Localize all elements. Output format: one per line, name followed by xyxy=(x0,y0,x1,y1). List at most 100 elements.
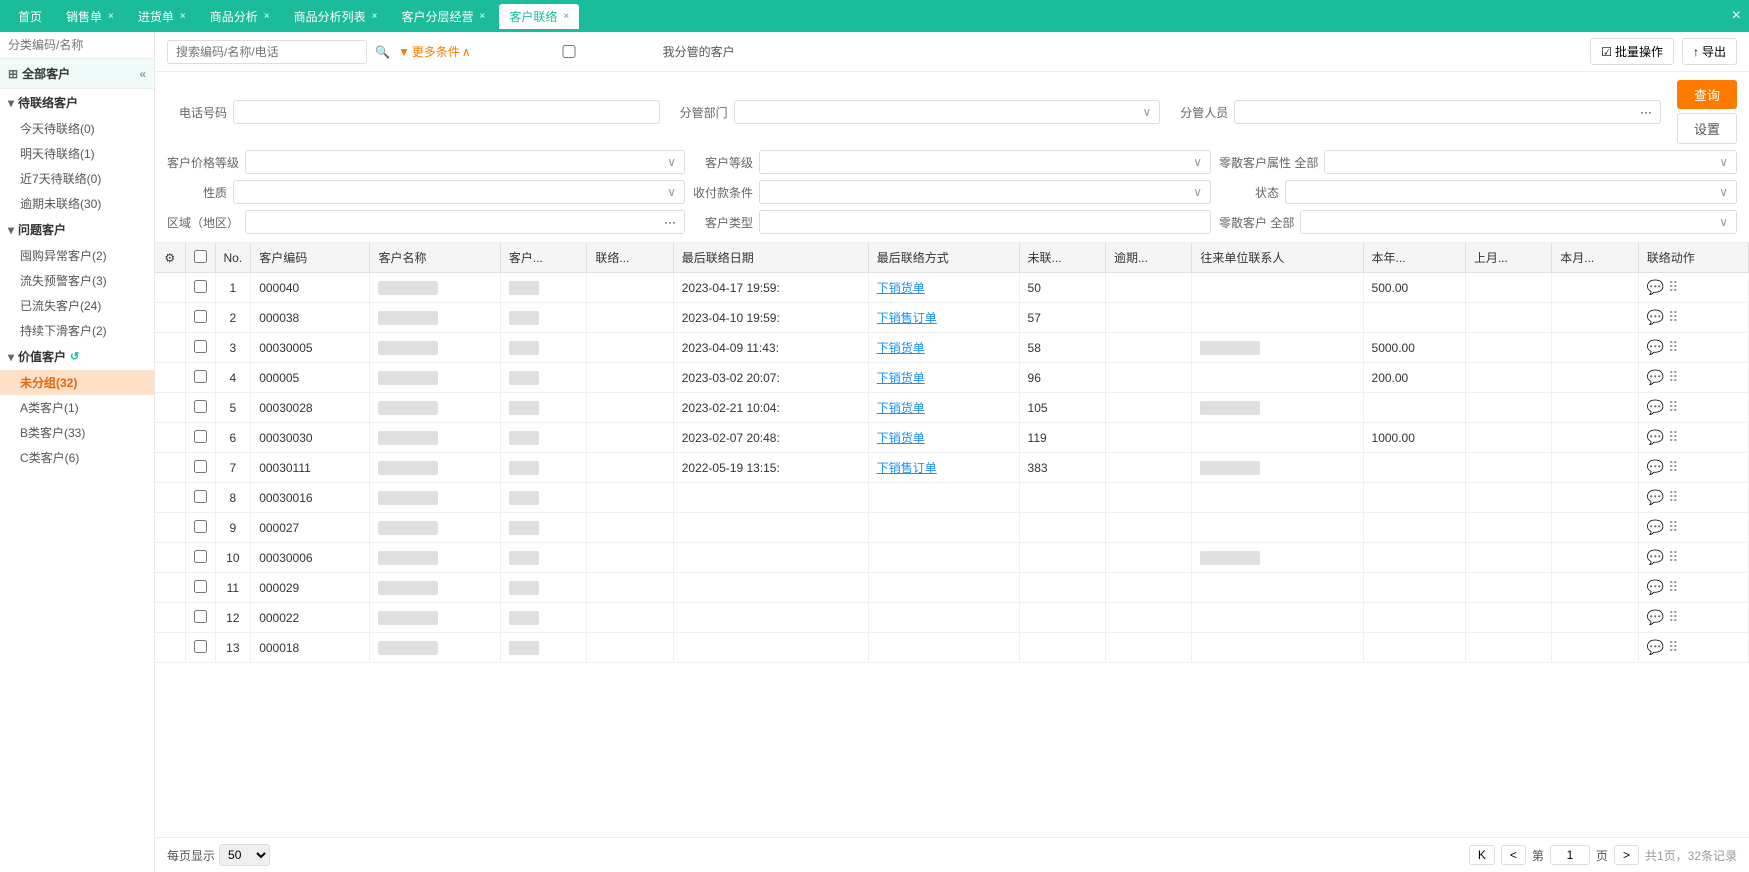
message-icon[interactable]: 💬 xyxy=(1647,609,1664,626)
row-checkbox[interactable] xyxy=(194,550,207,563)
close-icon[interactable]: × xyxy=(479,11,485,22)
last-method-link[interactable]: 下销货单 xyxy=(877,371,925,385)
filter-payment-select[interactable]: ∨ xyxy=(759,180,1211,204)
sidebar-item-abnormal[interactable]: 囤购异常客户(2) xyxy=(0,243,154,268)
message-icon[interactable]: 💬 xyxy=(1647,309,1664,326)
more-icon[interactable]: ⠿ xyxy=(1668,579,1678,596)
last-method-link[interactable]: 下销售订单 xyxy=(877,461,937,475)
next-page-button[interactable]: > xyxy=(1614,845,1639,865)
more-icon[interactable]: ⠿ xyxy=(1668,609,1678,626)
more-icon[interactable]: ⠿ xyxy=(1668,309,1678,326)
row-checkbox[interactable] xyxy=(194,580,207,593)
sidebar-group-value[interactable]: ▾ 价值客户 ↺ xyxy=(0,343,154,370)
close-icon[interactable]: × xyxy=(372,11,378,22)
row-checkbox[interactable] xyxy=(194,520,207,533)
window-close-button[interactable]: × xyxy=(1732,7,1741,24)
message-icon[interactable]: 💬 xyxy=(1647,459,1664,476)
page-size-select[interactable]: 50 100 200 xyxy=(219,844,270,866)
sidebar-item-overdue[interactable]: 逾期未联络(30) xyxy=(0,191,154,216)
query-button[interactable]: 查询 xyxy=(1677,80,1737,109)
message-icon[interactable]: 💬 xyxy=(1647,519,1664,536)
search-bar-icon[interactable]: 🔍 xyxy=(375,45,390,59)
more-icon[interactable]: ⠿ xyxy=(1668,399,1678,416)
more-icon[interactable]: ⠿ xyxy=(1668,639,1678,656)
col-settings[interactable]: ⚙ xyxy=(155,243,185,273)
message-icon[interactable]: 💬 xyxy=(1647,399,1664,416)
close-icon[interactable]: × xyxy=(108,11,114,22)
message-icon[interactable]: 💬 xyxy=(1647,369,1664,386)
sidebar-item-class-b[interactable]: B类客户(33) xyxy=(0,420,154,445)
sidebar-item-class-a[interactable]: A类客户(1) xyxy=(0,395,154,420)
my-customers-check[interactable] xyxy=(479,45,659,58)
select-all-checkbox[interactable] xyxy=(194,250,207,263)
sidebar-item-ungrouped[interactable]: 未分组(32) xyxy=(0,370,154,395)
my-customers-checkbox[interactable]: 我分管的客户 xyxy=(479,43,735,60)
row-checkbox[interactable] xyxy=(194,340,207,353)
close-icon[interactable]: × xyxy=(264,11,270,22)
more-icon[interactable]: ⠿ xyxy=(1668,369,1678,386)
row-checkbox[interactable] xyxy=(194,640,207,653)
more-icon[interactable]: ⠿ xyxy=(1668,279,1678,296)
sidebar-group-pending[interactable]: ▾ 待联络客户 xyxy=(0,89,154,116)
nav-product-analysis-list[interactable]: 商品分析列表 × xyxy=(284,4,388,29)
filter-region-input[interactable]: ··· xyxy=(245,210,685,234)
filter-scatter-select[interactable]: ∨ xyxy=(1324,150,1737,174)
message-icon[interactable]: 💬 xyxy=(1647,549,1664,566)
message-icon[interactable]: 💬 xyxy=(1647,639,1664,656)
sidebar-group-problem[interactable]: ▾ 问题客户 xyxy=(0,216,154,243)
last-method-link[interactable]: 下销货单 xyxy=(877,281,925,295)
sidebar-search-input[interactable] xyxy=(8,38,155,52)
page-number-input[interactable] xyxy=(1550,845,1590,865)
sidebar-all-customers[interactable]: ⊞ 全部客户 « xyxy=(0,59,154,89)
row-checkbox[interactable] xyxy=(194,310,207,323)
nav-customer-tier[interactable]: 客户分层经营 × xyxy=(391,4,495,29)
last-method-link[interactable]: 下销货单 xyxy=(877,341,925,355)
sidebar-item-7days[interactable]: 近7天待联络(0) xyxy=(0,166,154,191)
filter-dept-select[interactable]: ∨ xyxy=(734,100,1161,124)
batch-op-button[interactable]: ☑ 批量操作 xyxy=(1590,38,1674,65)
more-icon[interactable]: ⠿ xyxy=(1668,489,1678,506)
sidebar-item-declining[interactable]: 持续下滑客户(2) xyxy=(0,318,154,343)
more-icon[interactable]: ⠿ xyxy=(1668,459,1678,476)
last-method-link[interactable]: 下销货单 xyxy=(877,401,925,415)
nav-product-analysis[interactable]: 商品分析 × xyxy=(200,4,280,29)
message-icon[interactable]: 💬 xyxy=(1647,279,1664,296)
filter-person-input[interactable]: ··· xyxy=(1234,100,1661,124)
prev-page-button[interactable]: < xyxy=(1501,845,1526,865)
more-conditions-btn[interactable]: ▼ 更多条件 ∧ xyxy=(398,43,471,60)
nav-sales[interactable]: 销售单 × xyxy=(56,4,124,29)
row-checkbox[interactable] xyxy=(194,280,207,293)
message-icon[interactable]: 💬 xyxy=(1647,429,1664,446)
more-icon[interactable]: ⠿ xyxy=(1668,549,1678,566)
sidebar-item-tomorrow[interactable]: 明天待联络(1) xyxy=(0,141,154,166)
nav-customer-contact[interactable]: 客户联络 × xyxy=(499,4,579,29)
first-page-button[interactable]: K xyxy=(1469,845,1495,865)
filter-status-select[interactable]: ∨ xyxy=(1285,180,1737,204)
row-checkbox[interactable] xyxy=(194,400,207,413)
sidebar-item-churned[interactable]: 已流失客户(24) xyxy=(0,293,154,318)
row-checkbox[interactable] xyxy=(194,610,207,623)
export-button[interactable]: ↑ 导出 xyxy=(1682,38,1737,65)
sidebar-item-churn-warning[interactable]: 流失预警客户(3) xyxy=(0,268,154,293)
close-icon[interactable]: × xyxy=(180,11,186,22)
last-method-link[interactable]: 下销售订单 xyxy=(877,311,937,325)
filter-nature-select[interactable]: ∨ xyxy=(233,180,685,204)
refresh-icon[interactable]: ↺ xyxy=(70,350,79,363)
nav-home[interactable]: 首页 xyxy=(8,4,52,29)
filter-price-select[interactable]: ∨ xyxy=(245,150,685,174)
col-checkbox-all[interactable] xyxy=(185,243,215,273)
reset-button[interactable]: 设置 xyxy=(1677,113,1737,144)
filter-scatter-cust-select[interactable]: ∨ xyxy=(1300,210,1737,234)
sidebar-item-today[interactable]: 今天待联络(0) xyxy=(0,116,154,141)
filter-cust-type-input[interactable] xyxy=(759,210,1211,234)
last-method-link[interactable]: 下销货单 xyxy=(877,431,925,445)
message-icon[interactable]: 💬 xyxy=(1647,489,1664,506)
nav-purchase[interactable]: 进货单 × xyxy=(128,4,196,29)
filter-phone-input[interactable] xyxy=(233,100,660,124)
sidebar-item-class-c[interactable]: C类客户(6) xyxy=(0,445,154,470)
collapse-icon[interactable]: « xyxy=(139,67,146,81)
row-checkbox[interactable] xyxy=(194,370,207,383)
row-checkbox[interactable] xyxy=(194,430,207,443)
message-icon[interactable]: 💬 xyxy=(1647,579,1664,596)
row-checkbox[interactable] xyxy=(194,460,207,473)
